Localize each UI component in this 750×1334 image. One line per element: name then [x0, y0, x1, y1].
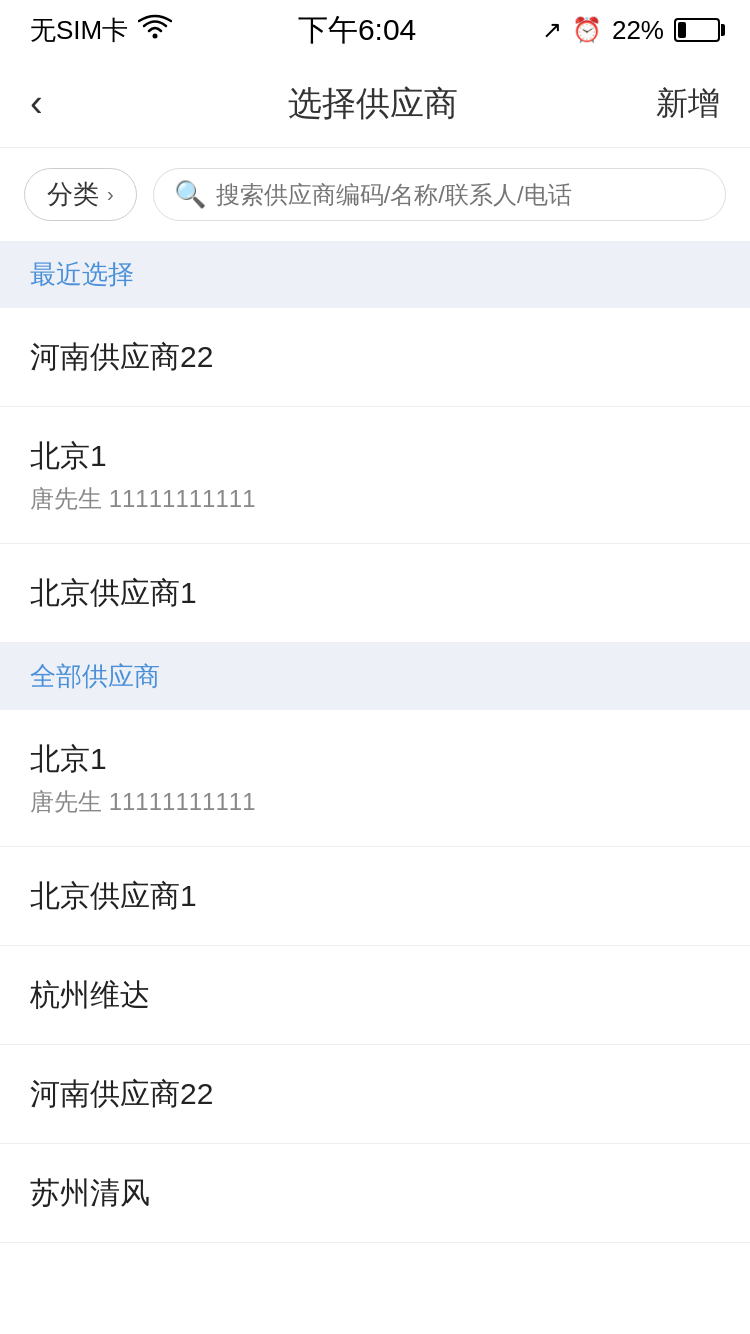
supplier-name: 杭州维达 — [30, 974, 720, 1016]
supplier-name: 河南供应商22 — [30, 336, 720, 378]
supplier-name: 北京供应商1 — [30, 572, 720, 614]
status-right: ↗ ⏰ 22% — [542, 15, 720, 46]
status-bar: 无SIM卡 下午6:04 ↗ ⏰ 22% — [0, 0, 750, 60]
add-button[interactable]: 新增 — [656, 82, 720, 126]
filter-bar: 分类 › 🔍 — [0, 148, 750, 241]
recent-items-list: 河南供应商22 北京1 唐先生 11111111111 北京供应商1 — [0, 308, 750, 643]
list-item[interactable]: 北京1 唐先生 11111111111 — [0, 710, 750, 847]
supplier-name: 北京1 — [30, 435, 720, 477]
list-item[interactable]: 杭州维达 — [0, 946, 750, 1045]
all-section-header: 全部供应商 — [0, 643, 750, 710]
list-item[interactable]: 苏州清风 — [0, 1144, 750, 1243]
back-button[interactable]: ‹ — [30, 82, 90, 125]
search-input[interactable] — [216, 181, 705, 209]
category-filter-button[interactable]: 分类 › — [24, 168, 137, 221]
time-display: 下午6:04 — [298, 10, 416, 51]
battery-percent: 22% — [612, 15, 664, 46]
search-box[interactable]: 🔍 — [153, 168, 726, 221]
supplier-name: 北京1 — [30, 738, 720, 780]
all-items-list: 北京1 唐先生 11111111111 北京供应商1 杭州维达河南供应商22 苏州清风 — [0, 710, 750, 1243]
carrier-text: 无SIM卡 — [30, 13, 128, 48]
recent-section-header: 最近选择 — [0, 241, 750, 308]
all-section-label: 全部供应商 — [30, 661, 160, 691]
page-title: 选择供应商 — [288, 81, 458, 127]
svg-point-0 — [153, 33, 158, 38]
supplier-name: 北京供应商1 — [30, 875, 720, 917]
search-icon: 🔍 — [174, 179, 206, 210]
wifi-icon — [138, 14, 172, 47]
alarm-icon: ⏰ — [572, 16, 602, 44]
supplier-name: 河南供应商22 — [30, 1073, 720, 1115]
battery-indicator — [674, 18, 720, 42]
recent-section-label: 最近选择 — [30, 259, 134, 289]
status-left: 无SIM卡 — [30, 13, 172, 48]
list-item[interactable]: 河南供应商22 — [0, 308, 750, 407]
location-icon: ↗ — [542, 16, 562, 44]
category-label: 分类 — [47, 177, 99, 212]
chevron-right-icon: › — [107, 183, 114, 206]
list-item[interactable]: 北京供应商1 — [0, 544, 750, 643]
list-item[interactable]: 河南供应商22 — [0, 1045, 750, 1144]
supplier-contact: 唐先生 11111111111 — [30, 483, 720, 515]
supplier-contact: 唐先生 11111111111 — [30, 786, 720, 818]
supplier-name: 苏州清风 — [30, 1172, 720, 1214]
nav-bar: ‹ 选择供应商 新增 — [0, 60, 750, 148]
list-item[interactable]: 北京1 唐先生 11111111111 — [0, 407, 750, 544]
list-item[interactable]: 北京供应商1 — [0, 847, 750, 946]
